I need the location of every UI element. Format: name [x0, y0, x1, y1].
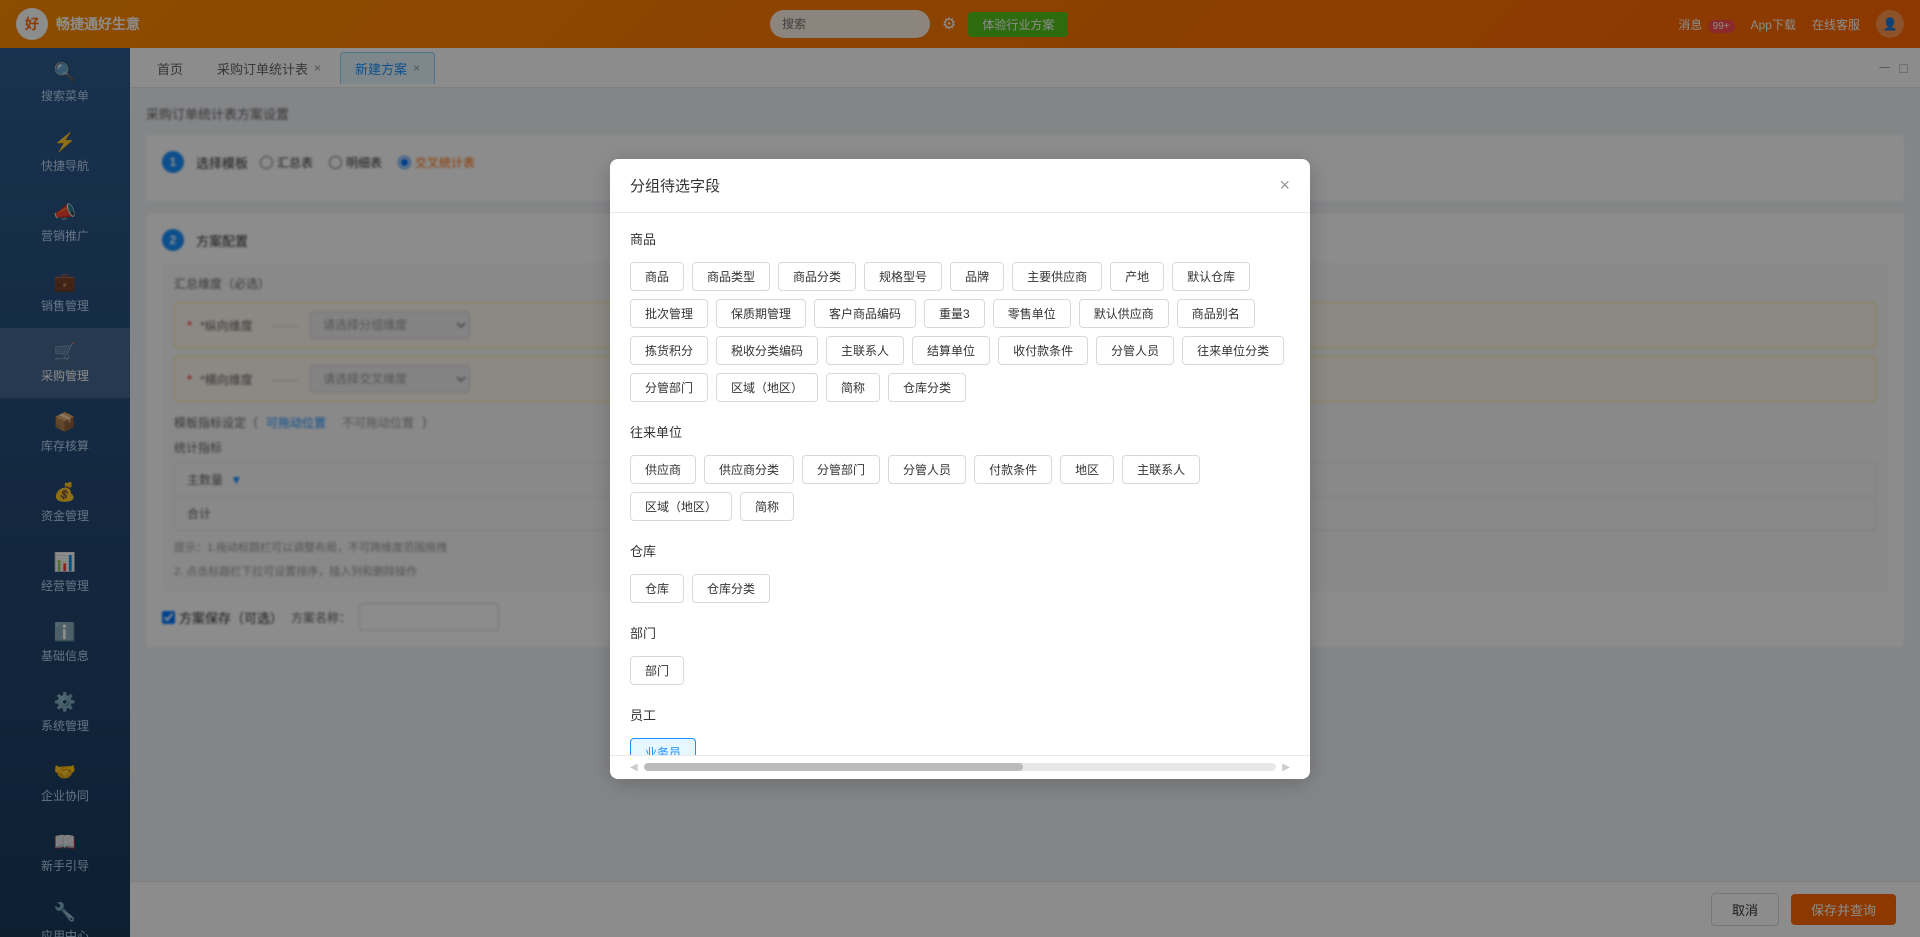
field-tag[interactable]: 主要供应商 — [1012, 262, 1102, 291]
modal-body: 商品 商品 商品类型 商品分类 规格型号 品牌 主要供应商 产地 默认仓库 批次… — [610, 213, 1310, 755]
field-tag[interactable]: 商品别名 — [1177, 299, 1255, 328]
field-tag[interactable]: 默认供应商 — [1079, 299, 1169, 328]
field-tag[interactable]: 分管人员 — [1096, 336, 1174, 365]
field-tag[interactable]: 主联系人 — [826, 336, 904, 365]
field-tag[interactable]: 区域（地区） — [630, 492, 732, 521]
field-tag[interactable]: 规格型号 — [864, 262, 942, 291]
modal-scrollbar-area: ◀ ▶ — [610, 755, 1310, 779]
field-tag[interactable]: 分管人员 — [888, 455, 966, 484]
section-goods-title: 商品 — [630, 229, 1290, 252]
section-goods: 商品 商品 商品类型 商品分类 规格型号 品牌 主要供应商 产地 默认仓库 批次… — [630, 229, 1290, 402]
field-tag[interactable]: 仓库分类 — [692, 574, 770, 603]
field-tag[interactable]: 付款条件 — [974, 455, 1052, 484]
modal-close-button[interactable]: × — [1279, 175, 1290, 196]
field-tag[interactable]: 仓库分类 — [888, 373, 966, 402]
field-tag[interactable]: 客户商品编码 — [814, 299, 916, 328]
field-select-modal: 分组待选字段 × 商品 商品 商品类型 商品分类 规格型号 品牌 主要供应商 产… — [610, 159, 1310, 779]
field-tag[interactable]: 品牌 — [950, 262, 1004, 291]
horizontal-scrollbar[interactable] — [644, 763, 1277, 771]
field-tag[interactable]: 部门 — [630, 656, 684, 685]
section-dept: 部门 部门 — [630, 623, 1290, 685]
dept-field-grid: 部门 — [630, 656, 1290, 685]
field-tag[interactable]: 结算单位 — [912, 336, 990, 365]
field-tag[interactable]: 区域（地区） — [716, 373, 818, 402]
section-dept-title: 部门 — [630, 623, 1290, 646]
section-contacts: 往来单位 供应商 供应商分类 分管部门 分管人员 付款条件 地区 主联系人 区域… — [630, 422, 1290, 521]
employee-field-grid: 业务员 — [630, 738, 1290, 755]
field-tag[interactable]: 税收分类编码 — [716, 336, 818, 365]
field-tag[interactable]: 产地 — [1110, 262, 1164, 291]
field-tag[interactable]: 分管部门 — [802, 455, 880, 484]
section-employee: 员工 业务员 — [630, 705, 1290, 755]
field-tag[interactable]: 商品分类 — [778, 262, 856, 291]
field-tag[interactable]: 地区 — [1060, 455, 1114, 484]
field-tag[interactable]: 简称 — [826, 373, 880, 402]
section-warehouse-title: 仓库 — [630, 541, 1290, 564]
field-tag[interactable]: 仓库 — [630, 574, 684, 603]
goods-field-grid: 商品 商品类型 商品分类 规格型号 品牌 主要供应商 产地 默认仓库 批次管理 … — [630, 262, 1290, 402]
modal-overlay[interactable]: 分组待选字段 × 商品 商品 商品类型 商品分类 规格型号 品牌 主要供应商 产… — [0, 0, 1920, 937]
field-tag[interactable]: 商品 — [630, 262, 684, 291]
field-tag[interactable]: 商品类型 — [692, 262, 770, 291]
modal-title: 分组待选字段 — [630, 175, 720, 196]
field-tag[interactable]: 重量3 — [924, 299, 985, 328]
h-scroll-thumb — [644, 763, 1024, 771]
field-tag[interactable]: 主联系人 — [1122, 455, 1200, 484]
field-tag[interactable]: 收付款条件 — [998, 336, 1088, 365]
warehouse-field-grid: 仓库 仓库分类 — [630, 574, 1290, 603]
field-tag[interactable]: 分管部门 — [630, 373, 708, 402]
field-tag[interactable]: 批次管理 — [630, 299, 708, 328]
field-tag[interactable]: 保质期管理 — [716, 299, 806, 328]
field-tag[interactable]: 拣货积分 — [630, 336, 708, 365]
field-tag[interactable]: 往来单位分类 — [1182, 336, 1284, 365]
section-employee-title: 员工 — [630, 705, 1290, 728]
field-tag[interactable]: 供应商分类 — [704, 455, 794, 484]
contacts-field-grid: 供应商 供应商分类 分管部门 分管人员 付款条件 地区 主联系人 区域（地区） … — [630, 455, 1290, 521]
field-tag[interactable]: 零售单位 — [993, 299, 1071, 328]
field-tag-employee[interactable]: 业务员 — [630, 738, 696, 755]
section-contacts-title: 往来单位 — [630, 422, 1290, 445]
modal-header: 分组待选字段 × — [610, 159, 1310, 213]
field-tag[interactable]: 默认仓库 — [1172, 262, 1250, 291]
field-tag[interactable]: 简称 — [740, 492, 794, 521]
field-tag[interactable]: 供应商 — [630, 455, 696, 484]
section-warehouse: 仓库 仓库 仓库分类 — [630, 541, 1290, 603]
